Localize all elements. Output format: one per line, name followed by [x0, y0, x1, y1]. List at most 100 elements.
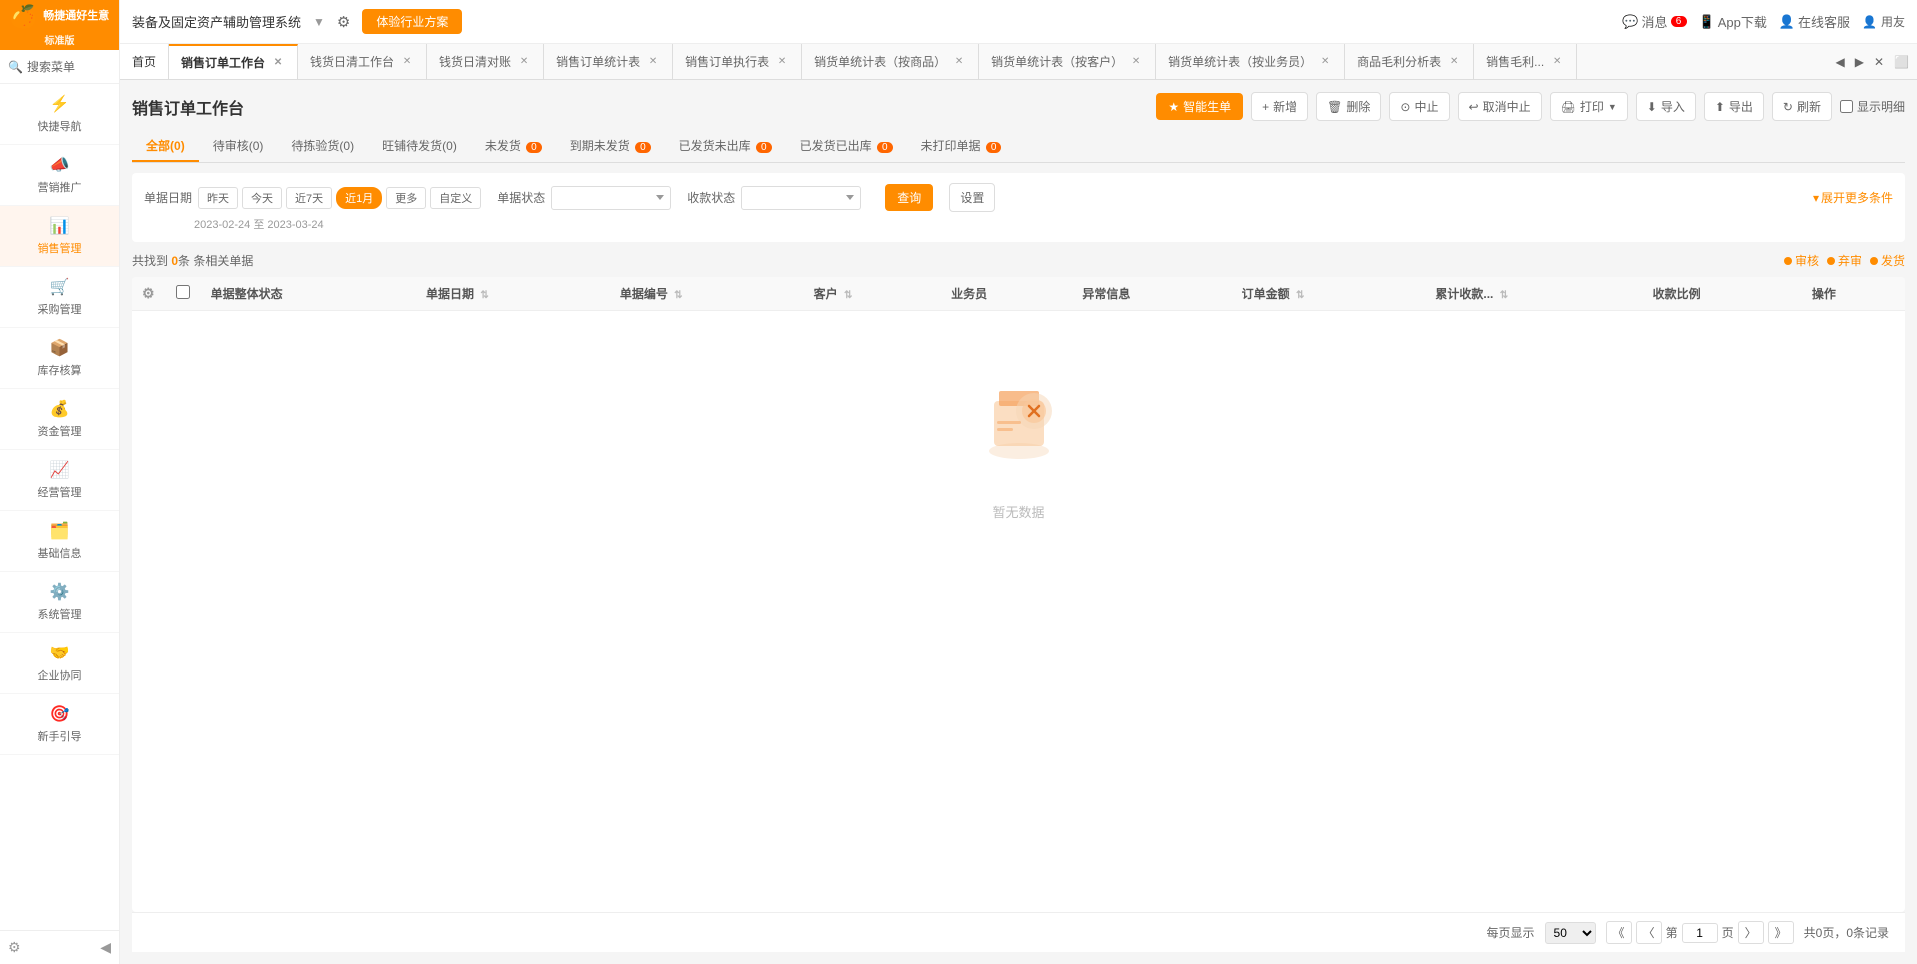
import-btn[interactable]: ⬇ 导入 — [1636, 92, 1696, 121]
solution-btn[interactable]: 体验行业方案 — [362, 9, 462, 34]
page-label: 第 — [1666, 924, 1678, 941]
ship-btn[interactable]: 发货 — [1870, 252, 1905, 269]
user-area[interactable]: 👤 用友 — [1862, 13, 1905, 30]
settings-icon[interactable]: ⚙ — [8, 939, 21, 956]
tab-cargo-staff[interactable]: 销货单统计表（按业务员） ✕ — [1156, 44, 1345, 80]
tabs-close-all-btn[interactable]: ✕ — [1870, 53, 1888, 71]
sidebar-item-quick-nav[interactable]: ⚡ 快捷导航 — [0, 84, 119, 145]
sidebar-item-inventory[interactable]: 📦 库存核算 — [0, 328, 119, 389]
sidebar-item-basic[interactable]: 🗂️ 基础信息 — [0, 511, 119, 572]
tab-close-cargo-staff[interactable]: ✕ — [1318, 55, 1332, 69]
page-input[interactable] — [1682, 923, 1718, 943]
payment-select[interactable] — [741, 186, 861, 210]
tabs-next-btn[interactable]: ▶ — [1851, 53, 1868, 71]
tab-close-gross-profit[interactable]: ✕ — [1447, 55, 1461, 69]
sidebar-item-finance[interactable]: 💰 资金管理 — [0, 389, 119, 450]
review-btn[interactable]: 审核 — [1784, 252, 1819, 269]
tab-close-sales-stats[interactable]: ✕ — [646, 55, 660, 69]
date-btn-custom[interactable]: 自定义 — [430, 187, 481, 209]
tabs-prev-btn[interactable]: ◀ — [1832, 53, 1849, 71]
tabs-expand-btn[interactable]: ⬜ — [1890, 53, 1913, 71]
tab-sales-workbench[interactable]: 销售订单工作台 ✕ — [169, 44, 298, 80]
tab-close-sales-workbench[interactable]: ✕ — [271, 56, 285, 70]
date-btn-yesterday[interactable]: 昨天 — [198, 187, 238, 209]
date-btn-more[interactable]: 更多 — [386, 187, 426, 209]
tab-home[interactable]: 首页 — [120, 44, 169, 80]
sidebar-item-collab[interactable]: 🤝 企业协同 — [0, 633, 119, 694]
sidebar-item-operations[interactable]: 📈 经营管理 — [0, 450, 119, 511]
tab-close-cash-reconcile[interactable]: ✕ — [517, 55, 531, 69]
date-btn-recent7[interactable]: 近7天 — [286, 187, 332, 209]
sub-tab-shipped-out[interactable]: 已发货已出库 0 — [786, 131, 907, 162]
delete-btn[interactable]: 🗑 删除 — [1316, 92, 1381, 121]
th-customer[interactable]: 客户 ⇅ — [804, 277, 942, 311]
sub-tab-all[interactable]: 全部(0) — [132, 131, 199, 162]
tab-close-sales-exec[interactable]: ✕ — [775, 55, 789, 69]
chart-icon: 📊 — [50, 216, 70, 236]
sidebar-item-marketing[interactable]: 📣 营销推广 — [0, 145, 119, 206]
sub-tab-expired-ship[interactable]: 到期未发货 0 — [556, 131, 665, 162]
per-page-select[interactable]: 50 10 20 100 — [1545, 922, 1596, 944]
sidebar-item-guide[interactable]: 🎯 新手引导 — [0, 694, 119, 755]
settings-gear-icon[interactable]: ⚙ — [337, 13, 350, 31]
tab-close-cash-daily[interactable]: ✕ — [400, 55, 414, 69]
tab-gross-profit[interactable]: 商品毛利分析表 ✕ — [1345, 44, 1474, 80]
date-buttons: 昨天 今天 近7天 近1月 更多 自定义 — [198, 187, 481, 209]
tab-sales-exec[interactable]: 销售订单执行表 ✕ — [673, 44, 802, 80]
col-settings-icon[interactable]: ⚙ — [142, 285, 155, 301]
sub-tab-pending-inspect[interactable]: 待拣验货(0) — [277, 131, 368, 162]
th-amount[interactable]: 订单金额 ⇅ — [1232, 277, 1426, 311]
query-btn[interactable]: 查询 — [885, 184, 933, 211]
refresh-btn[interactable]: ↻ 刷新 — [1772, 92, 1832, 121]
sidebar-item-purchase[interactable]: 🛒 采购管理 — [0, 267, 119, 328]
tab-cash-reconcile[interactable]: 钱货日清对账 ✕ — [427, 44, 544, 80]
collapse-icon[interactable]: ◀ — [100, 939, 111, 956]
tab-close-cargo-product[interactable]: ✕ — [952, 55, 966, 69]
message-area[interactable]: 💬 消息 6 — [1622, 12, 1686, 31]
tab-cash-daily[interactable]: 钱货日清工作台 ✕ — [298, 44, 427, 80]
sidebar-search[interactable]: 🔍 搜索菜单 — [0, 50, 119, 84]
online-service-area[interactable]: 👤 在线客服 — [1779, 12, 1850, 31]
prev-page-btn[interactable]: 〈 — [1636, 921, 1662, 944]
sub-tab-not-shipped[interactable]: 未发货 0 — [471, 131, 556, 162]
tab-close-sales-more[interactable]: ✕ — [1550, 55, 1564, 69]
last-page-btn[interactable]: 》 — [1768, 921, 1794, 944]
show-detail-label[interactable]: 显示明细 — [1840, 98, 1905, 115]
sub-tab-not-printed[interactable]: 未打印单据 0 — [907, 131, 1016, 162]
app-download-area[interactable]: 📱 App下载 — [1699, 12, 1767, 31]
first-page-btn[interactable]: 《 — [1606, 921, 1632, 944]
sidebar-item-system[interactable]: ⚙️ 系统管理 — [0, 572, 119, 633]
th-date[interactable]: 单据日期 ⇅ — [416, 277, 610, 311]
th-number[interactable]: 单据编号 ⇅ — [610, 277, 804, 311]
col-settings[interactable]: ⚙ — [132, 277, 165, 311]
tab-sales-stats[interactable]: 销售订单统计表 ✕ — [544, 44, 673, 80]
sub-tab-pending-review[interactable]: 待审核(0) — [199, 131, 278, 162]
date-btn-today[interactable]: 今天 — [242, 187, 282, 209]
th-collected[interactable]: 累计收款... ⇅ — [1425, 277, 1642, 311]
next-page-btn[interactable]: 〉 — [1738, 921, 1764, 944]
system-icon: ⚙️ — [50, 582, 70, 602]
sub-tab-shipped-not-out[interactable]: 已发货未出库 0 — [665, 131, 786, 162]
sub-tab-wangpu-ship[interactable]: 旺铺待发货(0) — [368, 131, 471, 162]
unreviewed-btn[interactable]: 弃审 — [1827, 252, 1862, 269]
stop-btn[interactable]: ⊙ 中止 — [1389, 92, 1449, 121]
print-btn[interactable]: 🖨 打印 ▼ — [1550, 92, 1628, 121]
add-btn[interactable]: + 新增 — [1251, 92, 1308, 121]
export-btn[interactable]: ⬆ 导出 — [1704, 92, 1764, 121]
filter-settings-btn[interactable]: 设置 — [949, 183, 995, 212]
sidebar-item-label: 企业协同 — [38, 667, 82, 683]
date-btn-recent1m[interactable]: 近1月 — [336, 187, 382, 209]
th-staff[interactable]: 业务员 — [941, 277, 1072, 311]
status-select[interactable] — [551, 186, 671, 210]
tab-cargo-product[interactable]: 销货单统计表（按商品） ✕ — [802, 44, 979, 80]
tab-cargo-customer[interactable]: 销货单统计表（按客户） ✕ — [979, 44, 1156, 80]
tab-sales-more[interactable]: 销售毛利... ✕ — [1474, 44, 1577, 80]
sidebar-item-sales[interactable]: 📊 销售管理 — [0, 206, 119, 267]
select-all-checkbox[interactable] — [176, 285, 190, 299]
tab-close-cargo-customer[interactable]: ✕ — [1129, 55, 1143, 69]
dropdown-icon[interactable]: ▼ — [313, 15, 325, 29]
smart-generate-btn[interactable]: ★ 智能生单 — [1156, 93, 1243, 120]
show-detail-checkbox[interactable] — [1840, 100, 1853, 113]
cancel-stop-btn[interactable]: ↩ 取消中止 — [1458, 92, 1542, 121]
expand-btn[interactable]: ▾ 展开更多条件 — [1813, 189, 1893, 206]
